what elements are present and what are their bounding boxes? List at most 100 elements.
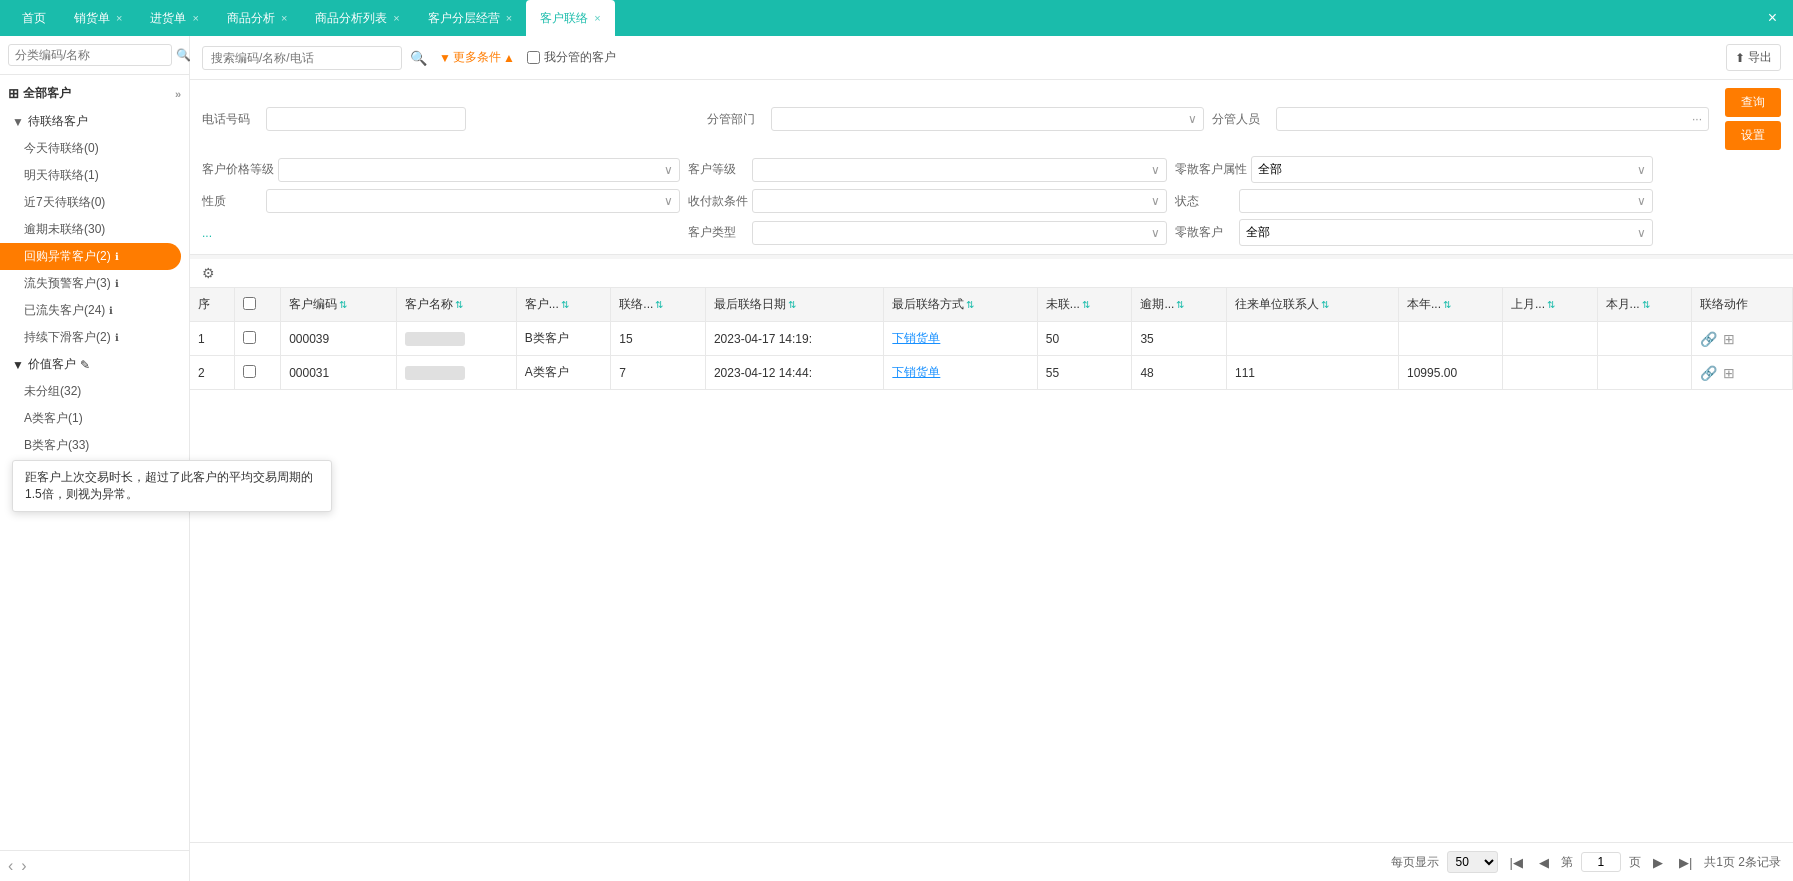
sort-icon-lm[interactable]: ⇅: [1547, 299, 1555, 310]
row-2-checkbox[interactable]: [243, 365, 256, 378]
gender-select[interactable]: ∨: [266, 189, 680, 213]
retail-attr-select[interactable]: 全部 ∨: [1251, 156, 1653, 183]
sort-icon-un[interactable]: ⇅: [1082, 299, 1090, 310]
repurchase-abnormal-label: 回购异常客户(2): [24, 248, 111, 265]
all-customers-label: 全部客户: [23, 85, 71, 102]
phone-input[interactable]: [266, 107, 466, 131]
link-icon-1[interactable]: 🔗: [1700, 331, 1717, 347]
sort-icon-year[interactable]: ⇅: [1443, 299, 1451, 310]
sort-icon-over[interactable]: ⇅: [1176, 299, 1184, 310]
payment-select[interactable]: ∨: [752, 189, 1166, 213]
sidebar-item-ungroup[interactable]: 未分组(32): [0, 378, 189, 405]
sidebar-all-customers-header[interactable]: ⊞ 全部客户 »: [0, 79, 189, 108]
my-customers-checkbox[interactable]: [527, 51, 540, 64]
sidebar-item-tomorrow[interactable]: 明天待联络(1): [0, 162, 189, 189]
nav-sales-close[interactable]: ×: [116, 12, 122, 24]
sidebar-search-icon[interactable]: 🔍: [176, 48, 191, 62]
grid-icon-2[interactable]: ⊞: [1723, 365, 1735, 381]
sidebar-next-btn[interactable]: ›: [21, 857, 26, 875]
export-button[interactable]: ⬆ 导出: [1726, 44, 1781, 71]
sidebar-item-lost-pre[interactable]: 流失预警客户(3) ℹ: [0, 270, 189, 297]
sidebar-prev-btn[interactable]: ‹: [8, 857, 13, 875]
sort-icon-contact[interactable]: ⇅: [655, 299, 663, 310]
nav-customer-contact[interactable]: 客户联络 ×: [526, 0, 614, 36]
window-close-button[interactable]: ×: [1760, 9, 1785, 27]
table-header-row: 序 客户编码⇅ 客户名称⇅ 客户...⇅ 联络...⇅ 最后联络日期⇅ 最后联络…: [190, 288, 1793, 322]
sidebar-bottom: ‹ ›: [0, 850, 189, 881]
more-conditions-btn[interactable]: ▼ 更多条件 ▲: [435, 49, 519, 66]
more-dots-btn[interactable]: ...: [202, 226, 212, 240]
cell-type-2: A类客户: [516, 356, 611, 390]
chevron-up-icon: ▲: [503, 51, 515, 65]
sort-icon-name[interactable]: ⇅: [455, 299, 463, 310]
sort-icon-type[interactable]: ⇅: [561, 299, 569, 310]
collapse-icon[interactable]: »: [175, 88, 181, 100]
select-all-checkbox[interactable]: [243, 297, 256, 310]
customer-type-select[interactable]: ∨: [752, 221, 1166, 245]
tooltip-text: 距客户上次交易时长，超过了此客户的平均交易周期的1.5倍，则视为异常。: [190, 470, 313, 501]
sidebar-item-continuous-down[interactable]: 持续下滑客户(2) ℹ: [0, 324, 189, 351]
nav-customer-segment-label: 客户分层经营: [428, 10, 500, 27]
cell-actions-1: 🔗 ⊞: [1692, 322, 1793, 356]
filter-payment: 收付款条件 ∨: [688, 189, 1166, 213]
content-area: 🔍 ▼ 更多条件 ▲ 我分管的客户 ⬆ 导出 电话号码: [190, 36, 1793, 881]
settings-button[interactable]: 设置: [1725, 121, 1781, 150]
cell-contacts-2: 111: [1226, 356, 1398, 390]
search-input[interactable]: [202, 46, 402, 70]
next-page-btn[interactable]: ▶: [1649, 853, 1667, 872]
sidebar-item-overdue[interactable]: 逾期未联络(30): [0, 216, 189, 243]
nav-product-list[interactable]: 商品分析列表 ×: [301, 0, 413, 36]
sidebar-value-customer-header[interactable]: ▼ 价值客户 ✎: [0, 351, 189, 378]
last-page-btn[interactable]: ▶|: [1675, 853, 1696, 872]
current-page-input[interactable]: [1581, 852, 1621, 872]
sidebar-search-input[interactable]: [8, 44, 172, 66]
nav-sales[interactable]: 销货单 ×: [60, 0, 136, 36]
nav-product-list-label: 商品分析列表: [315, 10, 387, 27]
status-select[interactable]: ∨: [1239, 189, 1653, 213]
sort-icon-contacts[interactable]: ⇅: [1321, 299, 1329, 310]
method-link-2[interactable]: 下销货单: [892, 365, 940, 379]
retail-select[interactable]: 全部 ∨: [1239, 219, 1653, 246]
grade-select[interactable]: ∨: [752, 158, 1166, 182]
manager-select[interactable]: ···: [1276, 107, 1709, 131]
sidebar-item-7days[interactable]: 近7天待联络(0): [0, 189, 189, 216]
nav-product-list-close[interactable]: ×: [393, 12, 399, 24]
nav-purchase-close[interactable]: ×: [192, 12, 198, 24]
class-a-label: A类客户(1): [24, 410, 83, 427]
edit-icon[interactable]: ✎: [80, 358, 90, 372]
query-button[interactable]: 查询: [1725, 88, 1781, 117]
sidebar-item-today[interactable]: 今天待联络(0): [0, 135, 189, 162]
nav-contact-close[interactable]: ×: [594, 12, 600, 24]
per-page-select[interactable]: 50 20 100: [1447, 851, 1498, 873]
row-1-checkbox[interactable]: [243, 331, 256, 344]
sort-icon-method[interactable]: ⇅: [966, 299, 974, 310]
grade-label: 客户等级: [688, 161, 748, 178]
col-contact-count: 联络...⇅: [611, 288, 706, 322]
search-icon[interactable]: 🔍: [410, 50, 427, 66]
sidebar-pending-contact-header[interactable]: ▼ 待联络客户: [0, 108, 189, 135]
link-icon-2[interactable]: 🔗: [1700, 365, 1717, 381]
nav-product-close[interactable]: ×: [281, 12, 287, 24]
sidebar-item-repurchase-abnormal[interactable]: 回购异常客户(2) ℹ: [0, 243, 181, 270]
nav-segment-close[interactable]: ×: [506, 12, 512, 24]
price-grade-select[interactable]: ∨: [278, 158, 680, 182]
nav-product-analysis[interactable]: 商品分析 ×: [213, 0, 301, 36]
sort-icon-tm[interactable]: ⇅: [1642, 299, 1650, 310]
nav-home[interactable]: 首页: [8, 0, 60, 36]
method-link-1[interactable]: 下销货单: [892, 331, 940, 345]
nav-purchase[interactable]: 进货单 ×: [136, 0, 212, 36]
table-wrapper[interactable]: 序 客户编码⇅ 客户名称⇅ 客户...⇅ 联络...⇅ 最后联络日期⇅ 最后联络…: [190, 288, 1793, 842]
sidebar-item-class-a[interactable]: A类客户(1): [0, 405, 189, 432]
nav-customer-segment[interactable]: 客户分层经营 ×: [414, 0, 526, 36]
search-bar: 🔍 ▼ 更多条件 ▲ 我分管的客户 ⬆ 导出: [190, 36, 1793, 80]
prev-page-btn[interactable]: ◀: [1535, 853, 1553, 872]
sidebar-item-class-b[interactable]: B类客户(33): [0, 432, 189, 459]
sort-icon-code[interactable]: ⇅: [339, 299, 347, 310]
sidebar-item-lost[interactable]: 已流失客户(24) ℹ: [0, 297, 189, 324]
col-code: 客户编码⇅: [281, 288, 397, 322]
first-page-btn[interactable]: |◀: [1506, 853, 1527, 872]
table-settings-icon[interactable]: ⚙: [202, 265, 215, 281]
sort-icon-date[interactable]: ⇅: [788, 299, 796, 310]
dept-select[interactable]: ∨: [771, 107, 1204, 131]
grid-icon-1[interactable]: ⊞: [1723, 331, 1735, 347]
